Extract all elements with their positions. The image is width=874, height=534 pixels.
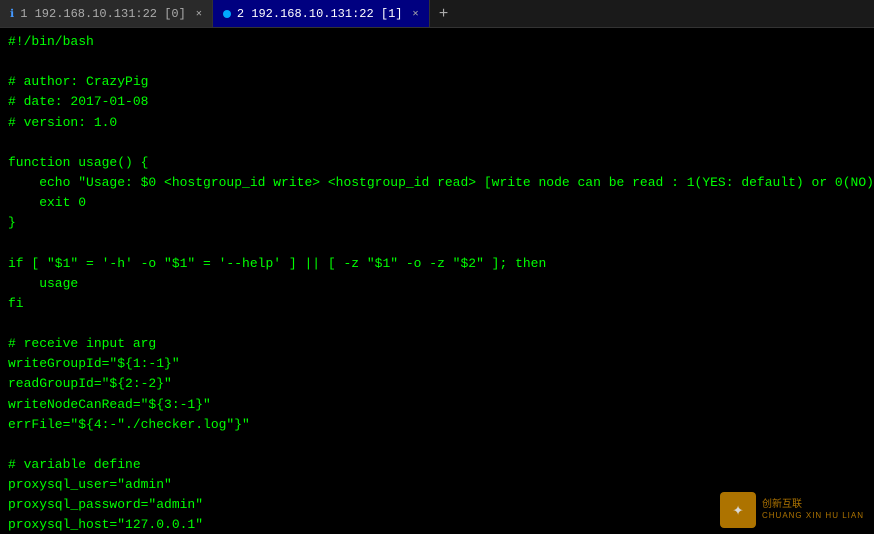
- line-16: # receive input arg: [8, 334, 866, 354]
- line-7: function usage() {: [8, 153, 866, 173]
- tab-bar: ℹ 1 192.168.10.131:22 [0] ✕ 2 192.168.10…: [0, 0, 874, 28]
- line-11: [8, 233, 866, 253]
- tab-2-label: 2 192.168.10.131:22 [1]: [237, 7, 403, 21]
- line-15: [8, 314, 866, 334]
- line-3: # author: CrazyPig: [8, 72, 866, 92]
- line-12: if [ "$1" = '-h' -o "$1" = '--help' ] ||…: [8, 254, 866, 274]
- add-tab-button[interactable]: +: [430, 0, 458, 27]
- code-area[interactable]: #!/bin/bash # author: CrazyPig # date: 2…: [0, 28, 874, 534]
- tab-2-dot: [223, 10, 231, 18]
- logo-line1: 创新互联: [762, 498, 864, 511]
- line-5: # version: 1.0: [8, 113, 866, 133]
- tab-2-close[interactable]: ✕: [413, 8, 419, 20]
- info-icon: ℹ: [10, 7, 14, 21]
- line-6: [8, 133, 866, 153]
- logo-area: ✦ 创新互联 CHUANG XIN HU LIAN: [720, 492, 864, 528]
- line-19: writeNodeCanRead="${3:-1}": [8, 395, 866, 415]
- logo-text: 创新互联 CHUANG XIN HU LIAN: [762, 498, 864, 521]
- line-4: # date: 2017-01-08: [8, 92, 866, 112]
- line-21: [8, 435, 866, 455]
- line-10: }: [8, 213, 866, 233]
- line-8: echo "Usage: $0 <hostgroup_id write> <ho…: [8, 173, 866, 193]
- line-14: fi: [8, 294, 866, 314]
- line-20: errFile="${4:-"./checker.log"}": [8, 415, 866, 435]
- line-9: exit 0: [8, 193, 866, 213]
- line-17: writeGroupId="${1:-1}": [8, 354, 866, 374]
- line-13: usage: [8, 274, 866, 294]
- line-22: # variable define: [8, 455, 866, 475]
- logo-icon: ✦: [720, 492, 756, 528]
- line-18: readGroupId="${2:-2}": [8, 374, 866, 394]
- line-1: #!/bin/bash: [8, 32, 866, 52]
- tab-1[interactable]: ℹ 1 192.168.10.131:22 [0] ✕: [0, 0, 213, 27]
- tab-2[interactable]: 2 192.168.10.131:22 [1] ✕: [213, 0, 430, 27]
- tab-1-close[interactable]: ✕: [196, 8, 202, 20]
- logo-line2: CHUANG XIN HU LIAN: [762, 511, 864, 521]
- line-2: [8, 52, 866, 72]
- tab-1-label: 1 192.168.10.131:22 [0]: [20, 7, 186, 21]
